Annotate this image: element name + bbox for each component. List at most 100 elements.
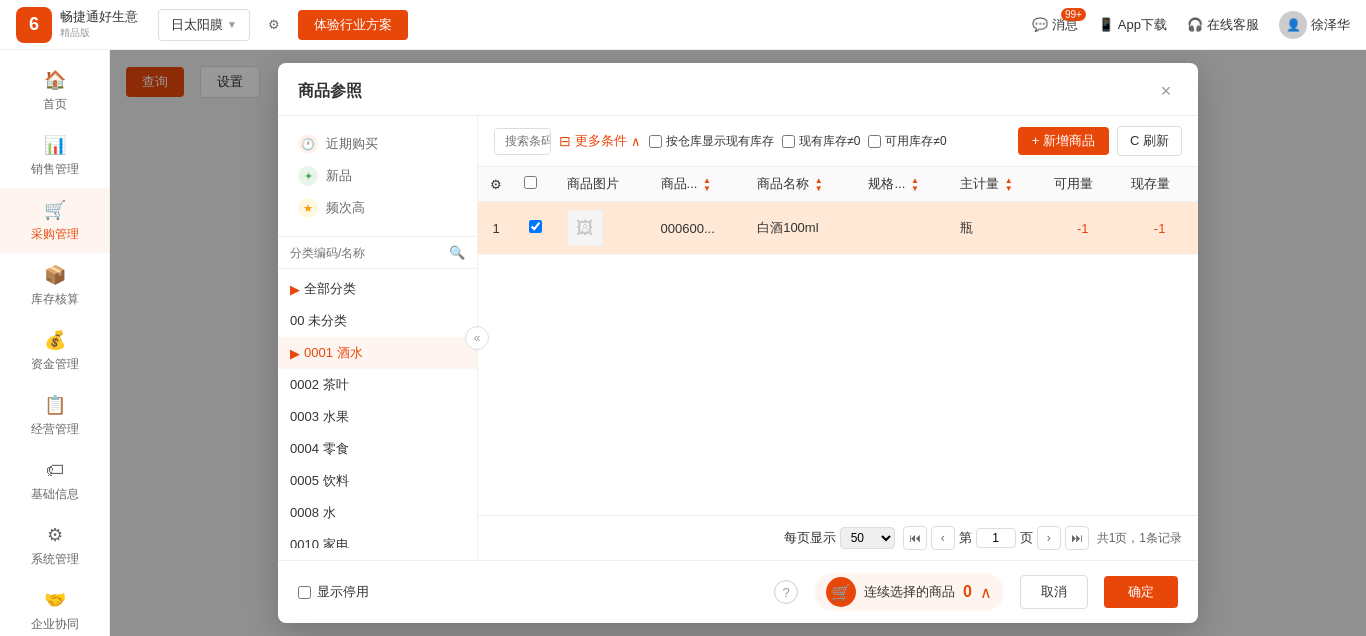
search-icon[interactable]: 🔍	[449, 245, 465, 260]
phone-icon: 📱	[1098, 17, 1114, 32]
content-area: 查询 设置 商品参照 ×	[110, 50, 1366, 636]
total-info: 共1页，1条记录	[1097, 530, 1182, 547]
th-spec[interactable]: 规格... ▲▼	[858, 167, 950, 202]
avatar: 👤	[1279, 11, 1307, 39]
finance-icon: 💰	[43, 328, 67, 352]
category-item-liquor[interactable]: ▶ 0001 酒水	[278, 337, 477, 369]
enterprise-icon: 🤝	[43, 588, 67, 612]
row-spec	[858, 202, 950, 255]
category-list: ▶ 全部分类 00 未分类 ▶ 0001 酒水 0002 茶	[278, 269, 477, 548]
th-gear: ⚙	[478, 167, 514, 202]
quick-links: 🕐 近期购买 ✦ 新品 ★ 频次高	[278, 128, 477, 237]
quick-link-recent[interactable]: 🕐 近期购买	[290, 128, 465, 160]
category-item-tea[interactable]: 0002 茶叶	[278, 369, 477, 401]
category-item-beverage[interactable]: 0005 饮料	[278, 465, 477, 497]
sidebar-item-finance[interactable]: 💰 资金管理	[0, 318, 109, 383]
home-icon: 🏠	[43, 68, 67, 92]
sidebar-item-basic-info[interactable]: 🏷 基础信息	[0, 448, 109, 513]
category-item-unclassified[interactable]: 00 未分类	[278, 305, 477, 337]
chevron-down-icon: ▼	[227, 19, 237, 30]
cart-collapse-icon[interactable]: ∧	[980, 583, 992, 602]
info-icon: 🏷	[43, 458, 67, 482]
logo-sub: 精品版	[60, 26, 138, 40]
sidebar-item-home[interactable]: 🏠 首页	[0, 58, 109, 123]
cart-area[interactable]: 🛒 连续选择的商品 0 ∧	[814, 573, 1004, 611]
dialog-right-panel: 🔍 ⊟ 更多条件 ∧ 按仓库显示现有库存	[478, 116, 1198, 560]
sidebar-item-enterprise[interactable]: 🤝 企业协同	[0, 578, 109, 636]
category-item-appliance[interactable]: 0010 家电	[278, 529, 477, 548]
page-navigation: ⏮ ‹ 第 页 › ⏭	[903, 526, 1089, 550]
th-unit[interactable]: 主计量 ▲▼	[950, 167, 1044, 202]
page-number-input[interactable]	[976, 528, 1016, 548]
quick-link-new[interactable]: ✦ 新品	[290, 160, 465, 192]
last-page-button[interactable]: ⏭	[1065, 526, 1089, 550]
next-page-button[interactable]: ›	[1037, 526, 1061, 550]
show-disabled-checkbox[interactable]: 显示停用	[298, 583, 369, 601]
cancel-button[interactable]: 取消	[1020, 575, 1088, 609]
quick-link-frequent[interactable]: ★ 频次高	[290, 192, 465, 224]
category-item-snack[interactable]: 0004 零食	[278, 433, 477, 465]
category-item-all[interactable]: ▶ 全部分类	[278, 273, 477, 305]
dialog-header: 商品参照 ×	[278, 63, 1198, 116]
dialog-title: 商品参照	[298, 81, 362, 102]
first-page-button[interactable]: ⏮	[903, 526, 927, 550]
category-search-input[interactable]	[290, 246, 445, 260]
prev-page-button[interactable]: ‹	[931, 526, 955, 550]
column-gear-icon[interactable]: ⚙	[490, 177, 502, 192]
freq-icon: ★	[298, 198, 318, 218]
sidebar: 🏠 首页 📊 销售管理 🛒 采购管理 📦 库存核算 💰 资金管理 📋 经营管理 …	[0, 50, 110, 636]
row-stock: -1	[1121, 202, 1198, 255]
row-checkbox[interactable]	[529, 220, 542, 233]
operations-icon: 📋	[43, 393, 67, 417]
dialog-footer: 显示停用 ? 🛒 连续选择的商品 0 ∧ 取消 确定	[278, 560, 1198, 623]
customer-service-button[interactable]: 🎧 在线客服	[1187, 16, 1259, 34]
sidebar-item-sales[interactable]: 📊 销售管理	[0, 123, 109, 188]
dialog-toolbar: 🔍 ⊟ 更多条件 ∧ 按仓库显示现有库存	[478, 116, 1198, 167]
settings-icon[interactable]: ⚙	[258, 9, 290, 41]
page-size-select[interactable]: 10 20 50 100	[840, 527, 895, 549]
more-filter-button[interactable]: ⊟ 更多条件 ∧	[559, 132, 641, 150]
th-image: 商品图片	[557, 167, 651, 202]
nonzero-stock-checkbox[interactable]: 现有库存≠0	[782, 133, 860, 150]
category-item-fruit[interactable]: 0003 水果	[278, 401, 477, 433]
expand-icon-active: ▶	[290, 346, 300, 361]
filter-icon: ⊟	[559, 133, 571, 149]
branch-dropdown[interactable]: 日太阳膜 ▼	[158, 9, 250, 41]
refresh-button[interactable]: C 刷新	[1117, 126, 1182, 156]
product-image: 🖼	[567, 210, 603, 246]
logo-icon: 6	[16, 7, 52, 43]
row-code: 000600...	[651, 202, 748, 255]
category-item-water[interactable]: 0008 水	[278, 497, 477, 529]
available-nonzero-checkbox[interactable]: 可用库存≠0	[868, 133, 946, 150]
sidebar-item-inventory[interactable]: 📦 库存核算	[0, 253, 109, 318]
help-icon[interactable]: ?	[774, 580, 798, 604]
sort-unit-icon: ▲▼	[1005, 177, 1013, 193]
th-checkbox	[514, 167, 557, 202]
dialog-body: 🕐 近期购买 ✦ 新品 ★ 频次高	[278, 116, 1198, 560]
category-search: 🔍	[278, 237, 477, 269]
dialog-overlay: 商品参照 × 🕐 近期购买 ✦	[110, 50, 1366, 636]
headset-icon: 🎧	[1187, 17, 1203, 32]
sidebar-item-purchase[interactable]: 🛒 采购管理	[0, 188, 109, 253]
new-icon: ✦	[298, 166, 318, 186]
dialog-left-panel: 🕐 近期购买 ✦ 新品 ★ 频次高	[278, 116, 478, 560]
add-product-button[interactable]: + 新增商品	[1018, 127, 1109, 155]
app-download-button[interactable]: 📱 App下载	[1098, 16, 1167, 34]
warehouse-stock-checkbox[interactable]: 按仓库显示现有库存	[649, 133, 774, 150]
nav-right: 💬 消息 99+ 📱 App下载 🎧 在线客服 👤 徐泽华	[1032, 11, 1350, 39]
table-row[interactable]: 1 🖼 000600... 白酒100ml 瓶 -1 -1	[478, 202, 1198, 255]
footer-actions: ? 🛒 连续选择的商品 0 ∧ 取消 确定	[774, 573, 1178, 611]
sidebar-item-operations[interactable]: 📋 经营管理	[0, 383, 109, 448]
inventory-icon: 📦	[43, 263, 67, 287]
select-all-checkbox[interactable]	[524, 176, 537, 189]
th-name[interactable]: 商品名称 ▲▼	[747, 167, 858, 202]
messages-button[interactable]: 💬 消息 99+	[1032, 16, 1078, 34]
th-code[interactable]: 商品... ▲▼	[651, 167, 748, 202]
user-profile-button[interactable]: 👤 徐泽华	[1279, 11, 1350, 39]
product-search-input[interactable]	[495, 129, 551, 153]
close-icon[interactable]: ×	[1154, 79, 1178, 103]
trial-button[interactable]: 体验行业方案	[298, 10, 408, 40]
confirm-button[interactable]: 确定	[1104, 576, 1178, 608]
row-unit: 瓶	[950, 202, 1044, 255]
sidebar-item-system[interactable]: ⚙ 系统管理	[0, 513, 109, 578]
